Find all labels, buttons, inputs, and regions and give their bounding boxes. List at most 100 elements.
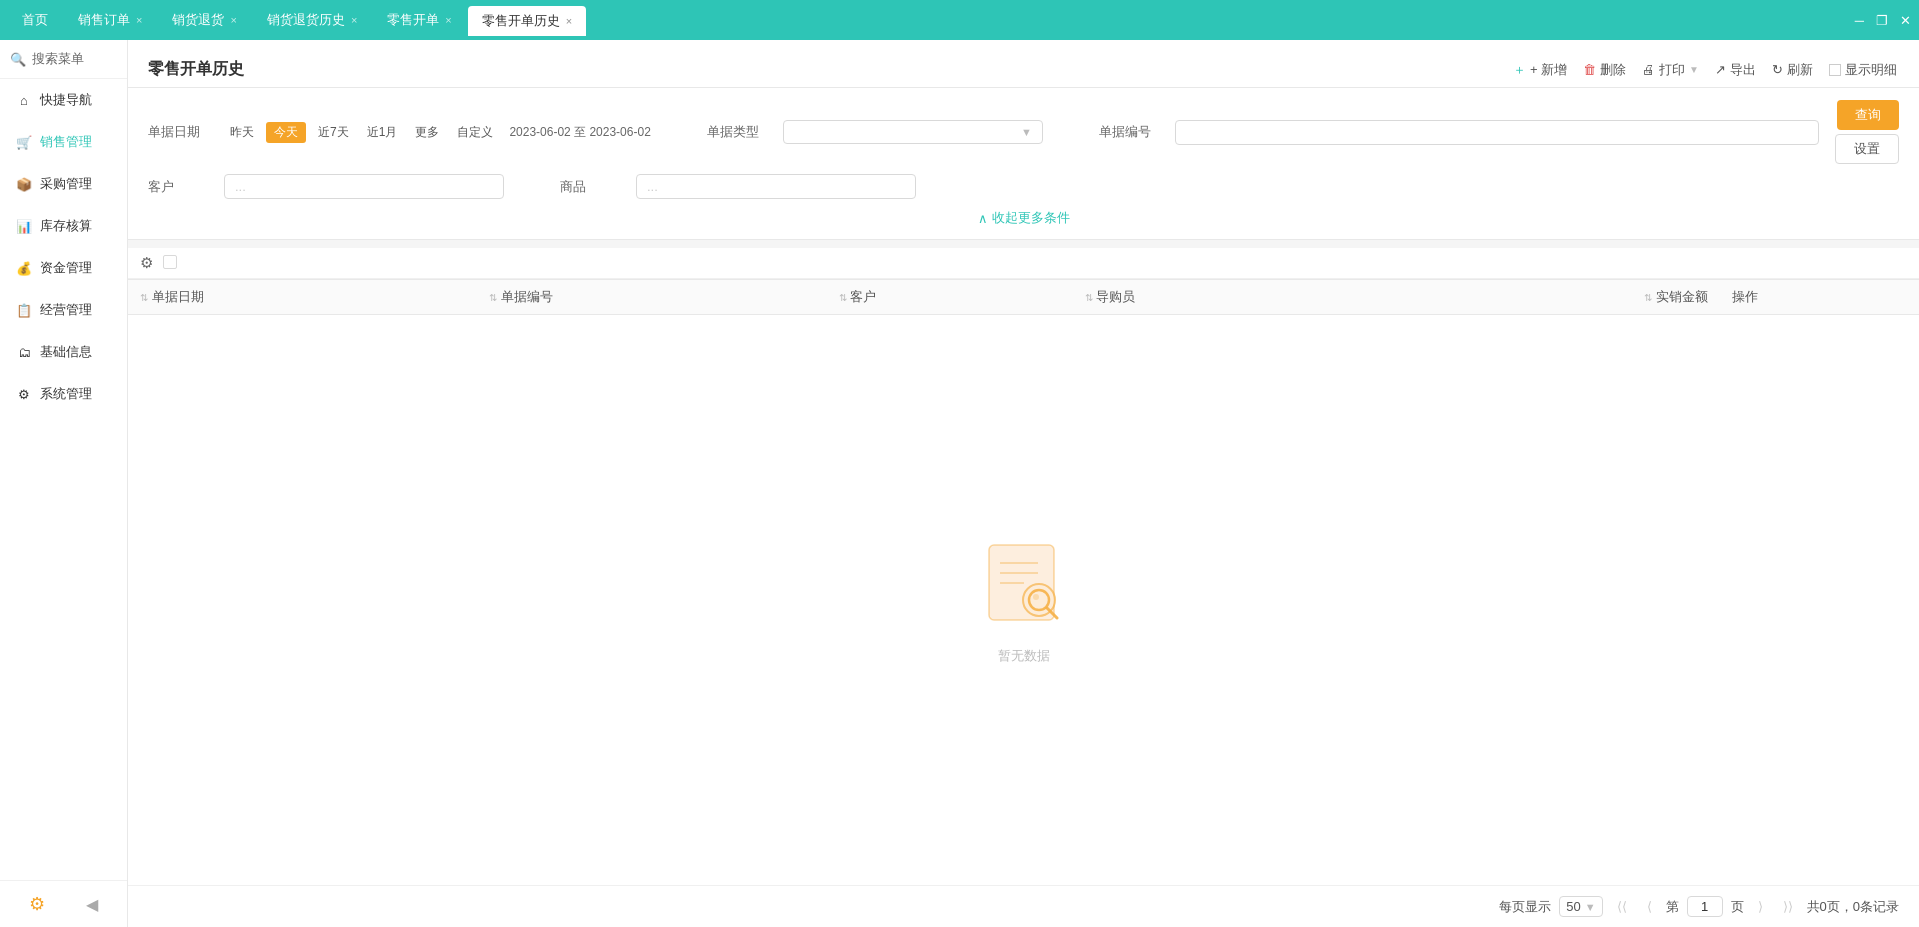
tab-home-label: 首页: [22, 11, 48, 29]
sidebar-item-purchase-label: 采购管理: [40, 175, 92, 193]
sidebar-search[interactable]: 🔍 搜索菜单: [0, 40, 127, 79]
system-icon: ⚙: [16, 386, 32, 402]
manage-icon: 📋: [16, 302, 32, 318]
sidebar-item-info[interactable]: 🗂 基础信息: [0, 331, 127, 373]
date-btn-more[interactable]: 更多: [409, 122, 445, 143]
sidebar-item-sales[interactable]: 🛒 销售管理: [0, 121, 127, 163]
last-page-button[interactable]: ⟩⟩: [1777, 897, 1799, 916]
goods-input[interactable]: ...: [636, 174, 916, 199]
minimize-button[interactable]: ─: [1855, 13, 1864, 28]
per-page-label: 每页显示: [1499, 898, 1551, 916]
tab-sales-return-history[interactable]: 销货退货历史 ×: [253, 5, 371, 35]
doc-no-input[interactable]: [1175, 120, 1819, 145]
tab-sales-return[interactable]: 销货退货 ×: [158, 5, 250, 35]
date-btn-1month[interactable]: 近1月: [361, 122, 404, 143]
export-button[interactable]: ↗ 导出: [1713, 57, 1758, 83]
client-input[interactable]: ...: [224, 174, 504, 199]
settings-icon[interactable]: ⚙: [29, 893, 45, 915]
empty-text: 暂无数据: [998, 647, 1050, 665]
refresh-button[interactable]: ↻ 刷新: [1770, 57, 1815, 83]
tab-retail-order-history[interactable]: 零售开单历史 ×: [468, 6, 586, 36]
close-sales-return-history-icon[interactable]: ×: [351, 14, 357, 26]
display-detail-button[interactable]: 显示明细: [1827, 57, 1899, 83]
empty-state: 暂无数据: [128, 315, 1919, 885]
sidebar-item-manage[interactable]: 📋 经营管理: [0, 289, 127, 331]
restore-button[interactable]: ❐: [1876, 13, 1888, 28]
table-settings-icon[interactable]: ⚙: [140, 254, 153, 272]
page-header: 零售开单历史 ＋ + 新增 🗑 删除 🖨 打印 ▼ ↗ 导出: [128, 40, 1919, 88]
doc-type-select[interactable]: ▼: [783, 120, 1043, 144]
search-icon: 🔍: [10, 52, 26, 67]
sort-icon-date[interactable]: ⇅: [140, 292, 148, 303]
next-page-button[interactable]: ⟩: [1752, 897, 1769, 916]
print-dropdown-icon: ▼: [1689, 64, 1699, 75]
sort-icon-client[interactable]: ⇅: [839, 292, 847, 303]
export-label: 导出: [1730, 61, 1756, 79]
page-title: 零售开单历史: [148, 59, 244, 80]
tab-retail-order[interactable]: 零售开单 ×: [373, 5, 465, 35]
col-salesperson: ⇅ 导购员: [1073, 280, 1371, 315]
goods-label: 商品: [560, 178, 620, 196]
data-table: ⇅ 单据日期 ⇅ 单据编号 ⇅ 客户 ⇅ 导购员: [128, 279, 1919, 315]
tab-sales-order[interactable]: 销售订单 ×: [64, 5, 156, 35]
delete-button[interactable]: 🗑 删除: [1581, 57, 1628, 83]
filter-row-2: 客户 ... 商品 ...: [148, 174, 1899, 199]
date-btn-yesterday[interactable]: 昨天: [224, 122, 260, 143]
sidebar-search-label: 搜索菜单: [32, 50, 84, 68]
close-retail-order-icon[interactable]: ×: [445, 14, 451, 26]
sort-icon-docno[interactable]: ⇅: [489, 292, 497, 303]
close-sales-order-icon[interactable]: ×: [136, 14, 142, 26]
first-page-button[interactable]: ⟨⟨: [1611, 897, 1633, 916]
table-header: ⇅ 单据日期 ⇅ 单据编号 ⇅ 客户 ⇅ 导购员: [128, 280, 1919, 315]
select-all-checkbox[interactable]: [163, 255, 177, 269]
print-label: 打印: [1659, 61, 1685, 79]
total-info: 共0页，0条记录: [1807, 898, 1899, 916]
sort-icon-amount[interactable]: ⇅: [1644, 292, 1652, 303]
collapse-sidebar-icon[interactable]: ◀: [86, 895, 98, 914]
home-icon: ⌂: [16, 92, 32, 108]
sidebar-item-fund[interactable]: 💰 资金管理: [0, 247, 127, 289]
per-page-value: 50: [1566, 899, 1580, 914]
close-window-button[interactable]: ✕: [1900, 13, 1911, 28]
client-label: 客户: [148, 178, 208, 196]
sidebar-item-manage-label: 经营管理: [40, 301, 92, 319]
prev-page-button[interactable]: ⟨: [1641, 897, 1658, 916]
doc-no-dots: [1186, 125, 1190, 140]
col-amount-label: 实销金额: [1656, 289, 1708, 304]
page-number-input[interactable]: [1687, 896, 1723, 917]
date-buttons: 昨天 今天 近7天 近1月 更多 自定义 2023-06-02 至 2023-0…: [224, 122, 651, 143]
sidebar-item-purchase[interactable]: 📦 采购管理: [0, 163, 127, 205]
close-sales-return-icon[interactable]: ×: [230, 14, 236, 26]
svg-point-8: [1033, 594, 1039, 600]
col-amount: ⇅ 实销金额: [1370, 280, 1719, 315]
refresh-icon: ↻: [1772, 62, 1783, 77]
sort-icon-salesperson[interactable]: ⇅: [1085, 292, 1093, 303]
sidebar-item-sales-label: 销售管理: [40, 133, 92, 151]
per-page-select[interactable]: 50 ▼: [1559, 896, 1602, 917]
pagination: 每页显示 50 ▼ ⟨⟨ ⟨ 第 页 ⟩ ⟩⟩ 共0页，0条记录: [128, 885, 1919, 927]
tab-sales-return-label: 销货退货: [172, 11, 224, 29]
tab-home[interactable]: 首页: [8, 5, 62, 35]
col-date-label: 单据日期: [152, 289, 204, 304]
set-button[interactable]: 设置: [1835, 134, 1899, 164]
delete-label: 删除: [1600, 61, 1626, 79]
date-btn-today[interactable]: 今天: [266, 122, 306, 143]
doc-type-dropdown-icon: ▼: [1021, 126, 1032, 138]
close-retail-order-history-icon[interactable]: ×: [566, 15, 572, 27]
print-button[interactable]: 🖨 打印 ▼: [1640, 57, 1701, 83]
tab-sales-order-label: 销售订单: [78, 11, 130, 29]
sidebar-item-system[interactable]: ⚙ 系统管理: [0, 373, 127, 415]
sidebar-item-quicknav[interactable]: ⌂ 快捷导航: [0, 79, 127, 121]
filter-collapse-btn[interactable]: ∧ 收起更多条件: [148, 209, 1899, 227]
add-button[interactable]: ＋ + 新增: [1511, 57, 1569, 83]
table-area: ⚙ ⇅ 单据日期 ⇅ 单据编号: [128, 248, 1919, 885]
delete-icon: 🗑: [1583, 62, 1596, 77]
query-button[interactable]: 查询: [1837, 100, 1899, 130]
date-btn-custom[interactable]: 自定义: [451, 122, 499, 143]
empty-icon: [964, 535, 1084, 635]
date-btn-7days[interactable]: 近7天: [312, 122, 355, 143]
filter-row-1: 单据日期 昨天 今天 近7天 近1月 更多 自定义 2023-06-02 至 2…: [148, 100, 1899, 164]
date-range-display: 2023-06-02 至 2023-06-02: [509, 124, 650, 141]
collapse-text: 收起更多条件: [992, 209, 1070, 227]
sidebar-item-inventory[interactable]: 📊 库存核算: [0, 205, 127, 247]
